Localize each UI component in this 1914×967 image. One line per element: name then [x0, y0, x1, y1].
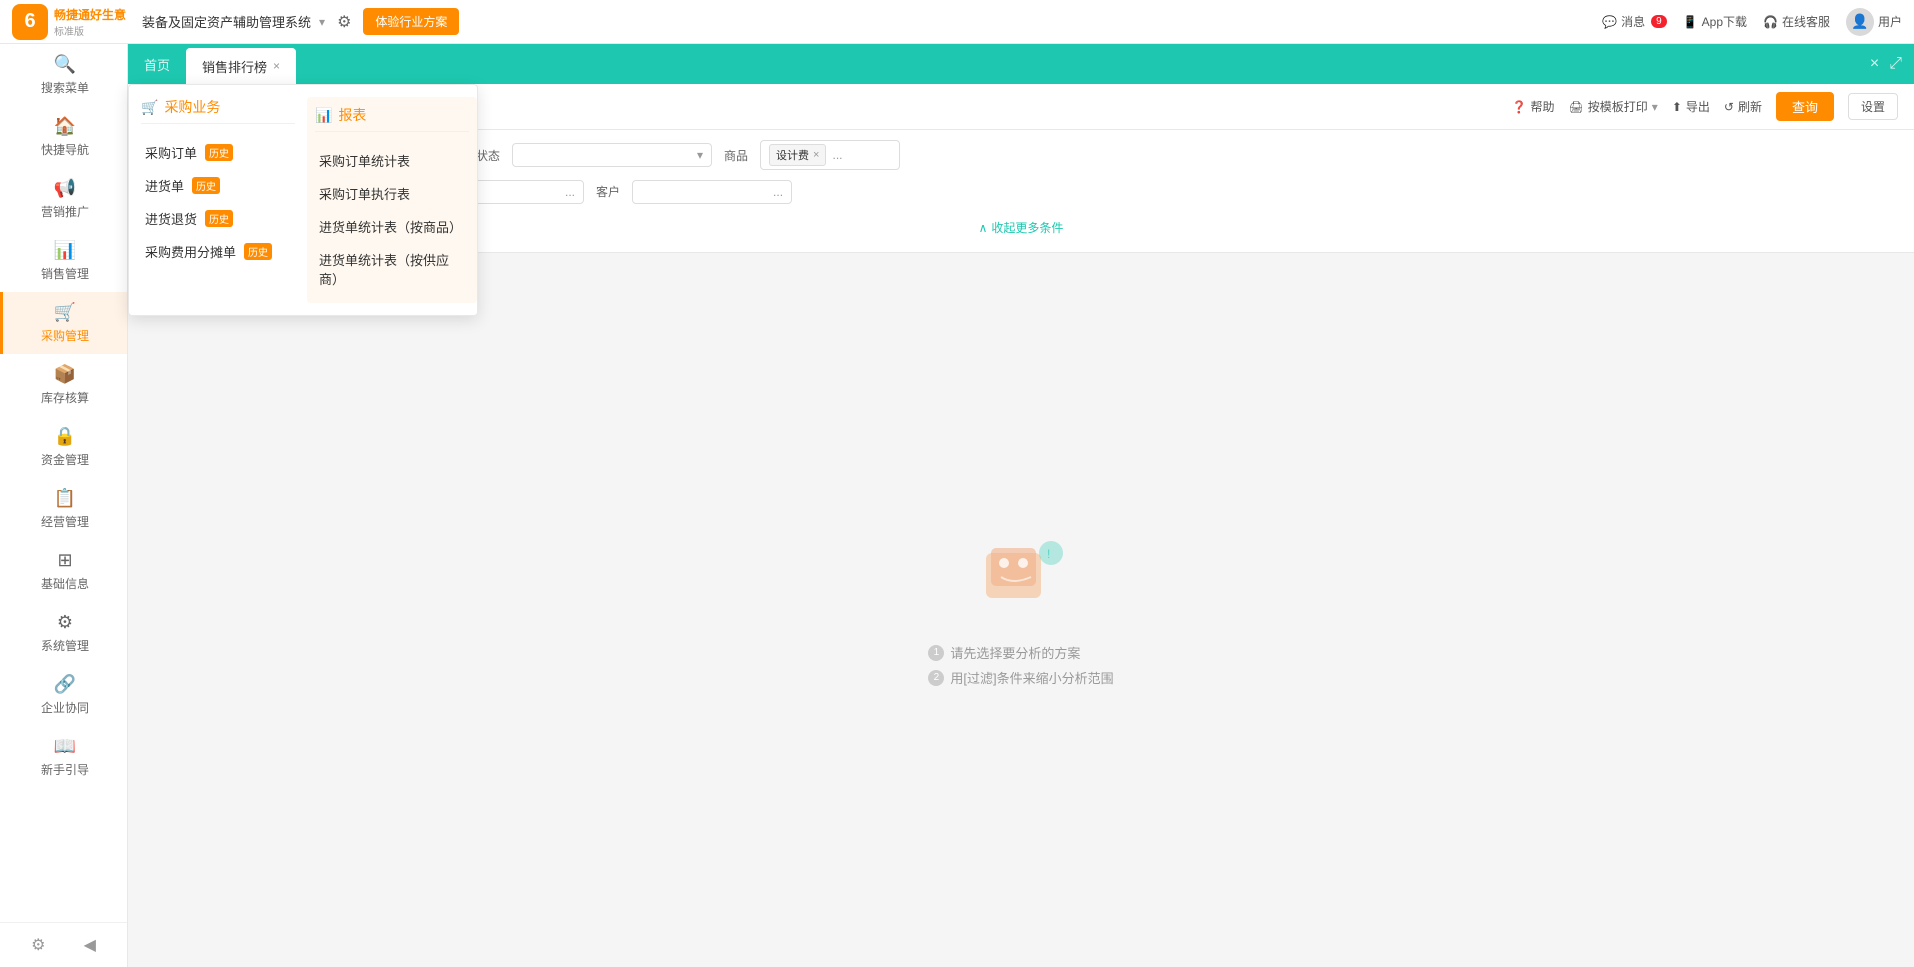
- purchase-order-history: 历史: [205, 144, 233, 161]
- stock-in-product-report-label: 进货单统计表（按商品）: [319, 217, 462, 236]
- stock-in-supplier-report-label: 进货单统计表（按供应商）: [319, 250, 465, 288]
- menu-item-stock-in-supplier-report[interactable]: 进货单统计表（按供应商）: [315, 243, 469, 295]
- stock-in-history: 历史: [192, 177, 220, 194]
- menu-col-purchase: 🛒 采购业务 采购订单 历史 进货单 历史 进货退货 历史 采购费用分摊单 历史: [129, 97, 307, 303]
- purchase-order-report-label: 采购订单统计表: [319, 151, 410, 170]
- menu-item-stock-in-product-report[interactable]: 进货单统计表（按商品）: [315, 210, 469, 243]
- menu-item-purchase-order-exec[interactable]: 采购订单执行表: [315, 177, 469, 210]
- menu-item-purchase-fee[interactable]: 采购费用分摊单 历史: [141, 235, 295, 268]
- stock-return-history: 历史: [205, 210, 233, 227]
- menu-item-stock-return[interactable]: 进货退货 历史: [141, 202, 295, 235]
- menu-columns: 🛒 采购业务 采购订单 历史 进货单 历史 进货退货 历史 采购费用分摊单 历史: [129, 97, 477, 303]
- stock-in-label: 进货单: [145, 176, 184, 195]
- menu-col-purchase-title: 🛒 采购业务: [141, 97, 295, 124]
- menu-item-purchase-order-report[interactable]: 采购订单统计表: [315, 144, 469, 177]
- report-menu-icon: 📊: [315, 107, 332, 124]
- stock-return-label: 进货退货: [145, 209, 197, 228]
- purchase-menu-icon: 🛒: [141, 99, 158, 116]
- menu-item-purchase-order[interactable]: 采购订单 历史: [141, 136, 295, 169]
- menu-item-stock-in[interactable]: 进货单 历史: [141, 169, 295, 202]
- purchase-fee-label: 采购费用分摊单: [145, 242, 236, 261]
- purchase-dropdown-menu: 🛒 采购业务 采购订单 历史 进货单 历史 进货退货 历史 采购费用分摊单 历史: [128, 84, 478, 316]
- purchase-order-label: 采购订单: [145, 143, 197, 162]
- purchase-order-exec-label: 采购订单执行表: [319, 184, 410, 203]
- purchase-fee-history: 历史: [244, 243, 272, 260]
- menu-col-report-title: 📊 报表: [315, 105, 469, 132]
- menu-col-report: 📊 报表 采购订单统计表 采购订单执行表 进货单统计表（按商品） 进货单统计表（…: [307, 97, 477, 303]
